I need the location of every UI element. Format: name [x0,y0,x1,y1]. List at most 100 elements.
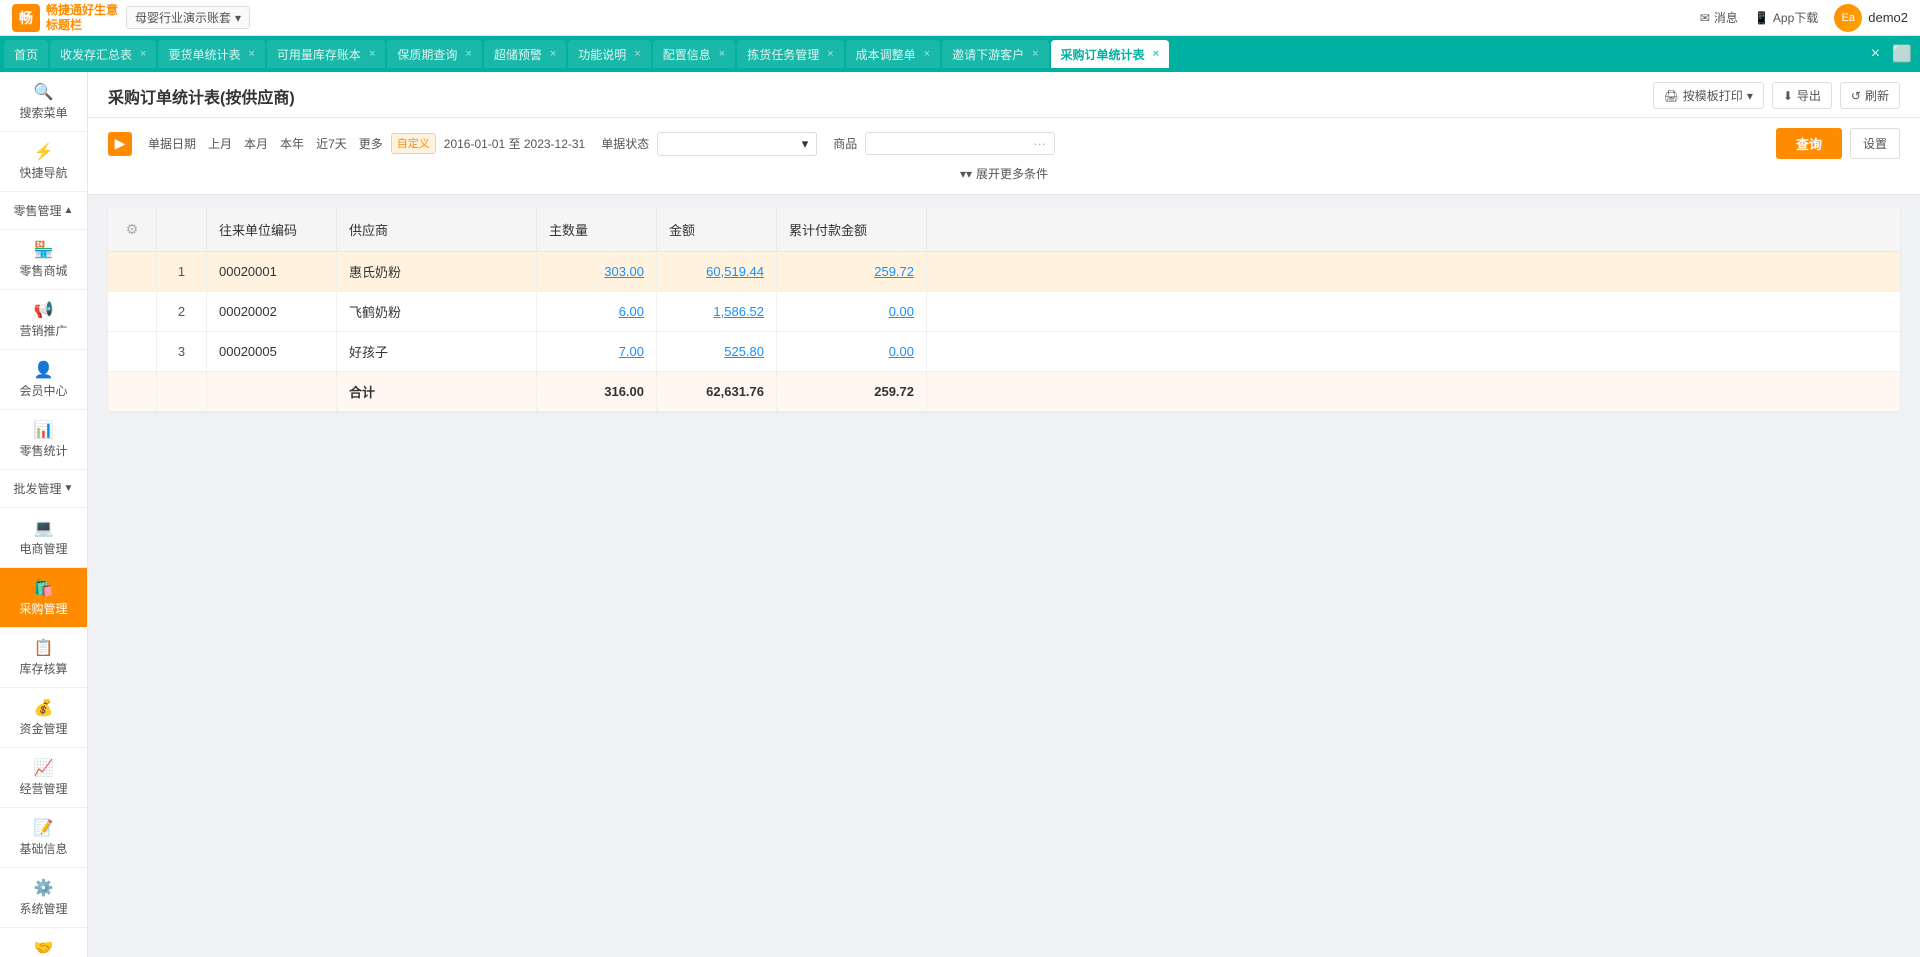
sidebar-item-finance[interactable]: 💰 资金管理 [0,688,87,748]
sidebar: 🔍 搜索菜单 ⚡ 快捷导航 零售管理 ▲ 🏪 零售商城 📢 营销推广 👤 会员中… [0,72,88,957]
marketing-icon: 📢 [34,300,54,320]
last-7-days-btn[interactable]: 近7天 [312,133,351,154]
close-icon[interactable]: × [369,48,375,60]
filter-collapse-button[interactable]: ▶ [108,132,132,156]
ecommerce-icon: 💻 [34,518,54,538]
sidebar-item-collab[interactable]: 🤝 企业协同 [0,928,87,957]
purchase-icon: 🛍️ [34,578,54,598]
sidebar-item-system[interactable]: ⚙️ 系统管理 [0,868,87,928]
sidebar-item-inventory[interactable]: 📋 库存核算 [0,628,87,688]
ellipsis-icon[interactable]: ··· [1033,136,1046,151]
sidebar-item-search[interactable]: 🔍 搜索菜单 [0,72,87,132]
footer-check [108,372,157,412]
top-bar-left: 畅 畅捷通好生意 标题栏 母婴行业演示账套 ▾ [12,3,250,32]
query-button[interactable]: 查询 [1776,128,1842,159]
tab-purchase-stat[interactable]: 采购订单统计表× [1051,40,1169,68]
tab-function-desc[interactable]: 功能说明× [568,40,650,68]
table-container: ⚙ 往来单位编码 供应商 主数量 金额 累计付款金额 1 00020001 惠氏… [88,195,1920,957]
custom-date-tag[interactable]: 自定义 [391,133,436,154]
user-name: demo2 [1868,10,1908,25]
workspace-selector[interactable]: 母婴行业演示账套 ▾ [126,6,250,29]
tab-config-info[interactable]: 配置信息× [653,40,735,68]
sidebar-item-wholesale[interactable]: 批发管理 ▼ [0,470,87,508]
flash-icon: ⚡ [34,142,54,162]
sidebar-item-basic-info[interactable]: 📝 基础信息 [0,808,87,868]
col-header-rest [927,207,1901,252]
row-check [108,292,157,332]
goods-label: 商品 [833,135,857,152]
sidebar-item-retail-stat[interactable]: 📊 零售统计 [0,410,87,470]
tab-available-stock[interactable]: 可用量库存账本× [267,40,385,68]
store-icon: 🏪 [34,240,54,260]
user-menu[interactable]: Ea demo2 [1834,4,1908,32]
close-icon[interactable]: × [634,48,640,60]
close-icon[interactable]: × [1032,48,1038,60]
tab-maximize-button[interactable]: ⬜ [1888,44,1916,64]
template-print-button[interactable]: 🖨 按模板打印 ▾ [1653,82,1764,109]
row-rest [927,292,1901,332]
header-row: ⚙ 往来单位编码 供应商 主数量 金额 累计付款金额 [108,207,1900,252]
content-area: 采购订单统计表(按供应商) 🖨 按模板打印 ▾ ⬇ 导出 ↺ 刷新 [88,72,1920,957]
col-header-paid: 累计付款金额 [777,207,927,252]
row-code: 00020002 [207,292,337,332]
col-header-qty: 主数量 [537,207,657,252]
row-paid[interactable]: 0.00 [777,332,927,372]
sidebar-item-retail-mgmt[interactable]: 零售管理 ▲ [0,192,87,230]
close-icon[interactable]: × [827,48,833,60]
sidebar-item-operations[interactable]: 📈 经营管理 [0,748,87,808]
tab-receive-summary[interactable]: 收发存汇总表× [50,40,156,68]
close-icon[interactable]: × [719,48,725,60]
tab-pick-task[interactable]: 拣货任务管理× [737,40,843,68]
export-button[interactable]: ⬇ 导出 [1772,82,1832,109]
row-paid[interactable]: 259.72 [777,252,927,292]
close-icon[interactable]: × [924,48,930,60]
more-date-btn[interactable]: 更多 [355,133,387,154]
export-icon: ⬇ [1783,89,1793,103]
this-year-btn[interactable]: 本年 [276,133,308,154]
last-month-btn[interactable]: 上月 [204,133,236,154]
app-download-button[interactable]: 📱 App下载 [1754,9,1818,26]
expand-more-button[interactable]: ▾▾ 展开更多条件 [960,165,1048,182]
close-icon[interactable]: × [1153,48,1159,60]
col-header-supplier: 供应商 [337,207,537,252]
gear-icon[interactable]: ⚙ [120,217,144,241]
refresh-button[interactable]: ↺ 刷新 [1840,82,1900,109]
tab-actions: × ⬜ [1867,44,1916,64]
collab-icon: 🤝 [34,938,54,957]
message-button[interactable]: ✉ 消息 [1700,9,1738,26]
row-supplier: 飞鹤奶粉 [337,292,537,332]
sidebar-item-retail-mall[interactable]: 🏪 零售商城 [0,230,87,290]
tab-close-button[interactable]: × [1867,44,1884,64]
row-amount[interactable]: 60,519.44 [657,252,777,292]
row-qty[interactable]: 6.00 [537,292,657,332]
tab-order-stat[interactable]: 要货单统计表× [158,40,264,68]
close-icon[interactable]: × [248,48,254,60]
row-amount[interactable]: 525.80 [657,332,777,372]
tab-home[interactable]: 首页 [4,40,48,68]
tab-expiry-query[interactable]: 保质期查询× [387,40,481,68]
date-label: 单据日期 [148,135,196,152]
row-qty[interactable]: 7.00 [537,332,657,372]
sidebar-item-ecommerce[interactable]: 💻 电商管理 [0,508,87,568]
expand-more-area: ▾▾ 展开更多条件 [108,159,1900,184]
status-select[interactable]: ▾ [657,132,817,156]
sidebar-item-purchase[interactable]: 🛍️ 采购管理 [0,568,87,628]
tab-overstock-warning[interactable]: 超储预警× [484,40,566,68]
logo-icon: 畅 [12,4,40,32]
row-paid[interactable]: 0.00 [777,292,927,332]
table-body: 1 00020001 惠氏奶粉 303.00 60,519.44 259.72 … [108,252,1900,372]
row-amount[interactable]: 1,586.52 [657,292,777,332]
row-qty[interactable]: 303.00 [537,252,657,292]
close-icon[interactable]: × [140,48,146,60]
sidebar-item-marketing[interactable]: 📢 营销推广 [0,290,87,350]
this-month-btn[interactable]: 本月 [240,133,272,154]
settings-button[interactable]: 设置 [1850,128,1900,159]
sidebar-item-member[interactable]: 👤 会员中心 [0,350,87,410]
goods-input[interactable] [874,137,1029,151]
tab-invite-downstream[interactable]: 邀请下游客户× [942,40,1048,68]
close-icon[interactable]: × [465,48,471,60]
tab-cost-adjust[interactable]: 成本调整单× [846,40,940,68]
sidebar-item-quicknav[interactable]: ⚡ 快捷导航 [0,132,87,192]
row-code: 00020001 [207,252,337,292]
close-icon[interactable]: × [550,48,556,60]
